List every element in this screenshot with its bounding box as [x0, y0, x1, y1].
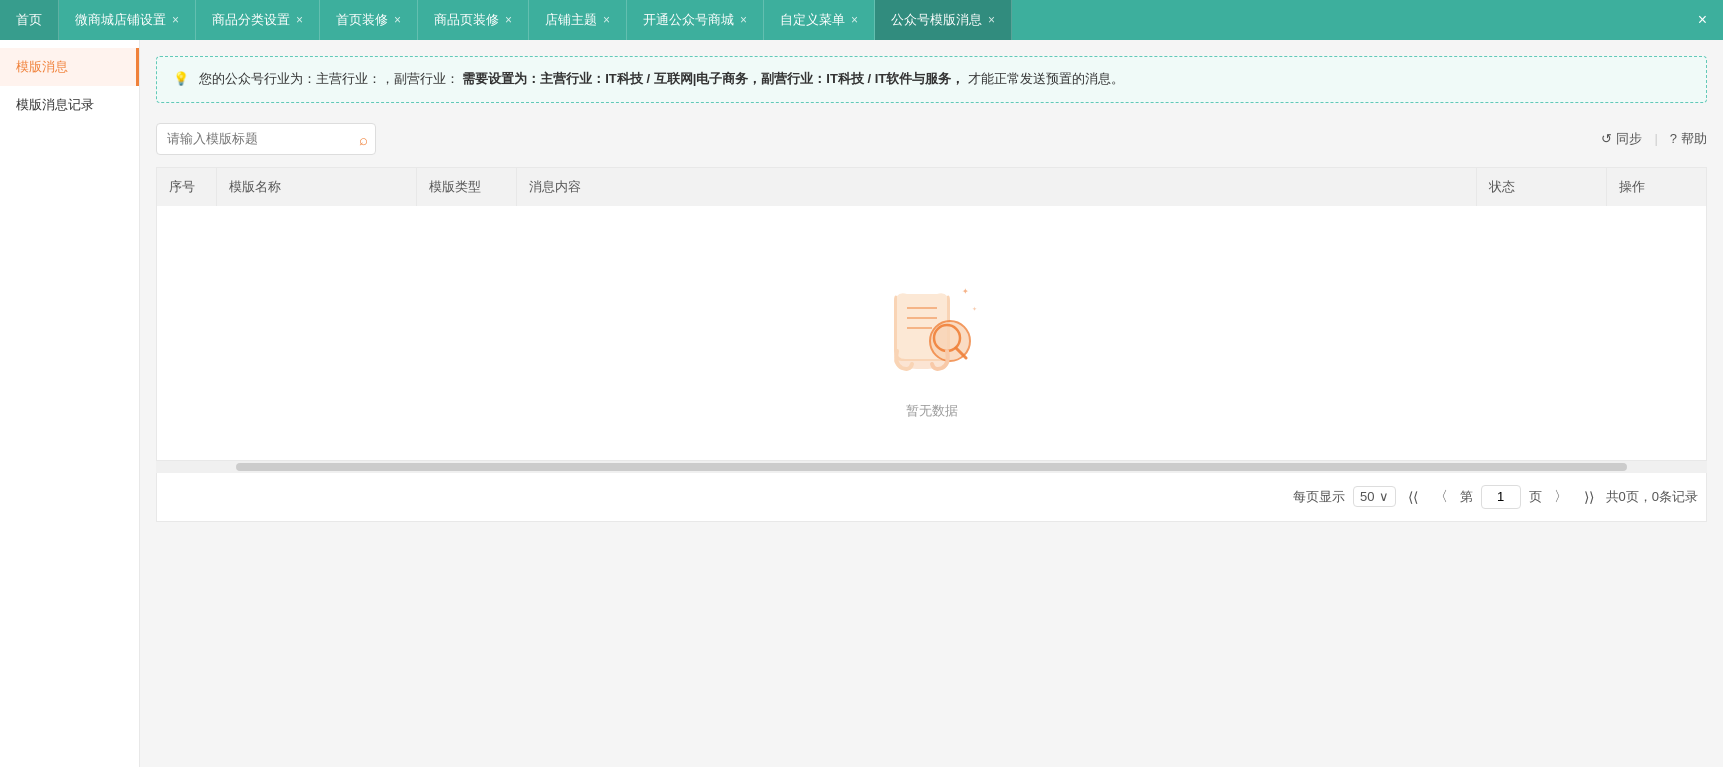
- content-area: 💡 您的公众号行业为：主营行业：，副营行业： 需要设置为：主营行业：IT科技 /…: [140, 40, 1723, 767]
- tab-product-decor-label: 商品页装修: [434, 11, 499, 29]
- tab-homepage-decor[interactable]: 首页装修 ×: [320, 0, 418, 40]
- page-size-select[interactable]: 50 ∨: [1353, 486, 1395, 507]
- tab-custom-menu-label: 自定义菜单: [780, 11, 845, 29]
- close-tab-template-msg[interactable]: ×: [988, 13, 995, 27]
- search-input[interactable]: [156, 123, 376, 155]
- close-all-tabs-button[interactable]: ×: [1682, 11, 1723, 29]
- tab-shop-settings[interactable]: 微商城店铺设置 ×: [59, 0, 196, 40]
- search-bar: ⌕ ↺ 同步 | ? 帮助: [156, 123, 1707, 155]
- table-header-row: 序号 模版名称 模版类型 消息内容 状态 操作: [157, 167, 1707, 206]
- close-tab-product-decor[interactable]: ×: [505, 13, 512, 27]
- col-action: 操作: [1607, 167, 1707, 206]
- tab-template-msg-label: 公众号模版消息: [891, 11, 982, 29]
- empty-illustration: ✦ ✦: [872, 266, 992, 386]
- svg-text:✦: ✦: [962, 287, 969, 296]
- sidebar-item-template-msg-label: 模版消息: [16, 59, 68, 74]
- sidebar-item-template-msg-records[interactable]: 模版消息记录: [0, 86, 139, 124]
- pagination: 每页显示 50 ∨ ⟨⟨ 〈 第 页 〉 ⟩⟩ 共0页，0条记录: [156, 473, 1707, 522]
- help-label: 帮助: [1681, 130, 1707, 148]
- sidebar: 模版消息 模版消息记录: [0, 40, 140, 767]
- sync-label: 同步: [1616, 130, 1642, 148]
- scrollbar-thumb[interactable]: [236, 463, 1627, 471]
- tab-home-label: 首页: [16, 11, 42, 29]
- tab-open-mall[interactable]: 开通公众号商城 ×: [627, 0, 764, 40]
- col-status: 状态: [1477, 167, 1607, 206]
- toolbar-right: ↺ 同步 | ? 帮助: [1601, 130, 1707, 148]
- next-page-button[interactable]: 〉: [1550, 488, 1572, 506]
- tab-template-msg[interactable]: 公众号模版消息 ×: [875, 0, 1012, 40]
- page-size-label: 每页显示: [1293, 488, 1345, 506]
- prev-page-button[interactable]: 〈: [1430, 488, 1452, 506]
- help-icon: ?: [1670, 131, 1677, 146]
- help-button[interactable]: ? 帮助: [1670, 130, 1707, 148]
- last-page-button[interactable]: ⟩⟩: [1580, 489, 1598, 505]
- table-scrollbar[interactable]: [156, 461, 1707, 473]
- tab-category-settings-label: 商品分类设置: [212, 11, 290, 29]
- tab-custom-menu[interactable]: 自定义菜单 ×: [764, 0, 875, 40]
- tab-shop-theme[interactable]: 店铺主题 ×: [529, 0, 627, 40]
- page-label: 第: [1460, 488, 1473, 506]
- sync-button[interactable]: ↺ 同步: [1601, 130, 1642, 148]
- toolbar-divider: |: [1654, 131, 1657, 146]
- notice-text-suffix: 才能正常发送预置的消息。: [968, 71, 1124, 86]
- top-nav: 首页 微商城店铺设置 × 商品分类设置 × 首页装修 × 商品页装修 × 店铺主…: [0, 0, 1723, 40]
- tab-homepage-decor-label: 首页装修: [336, 11, 388, 29]
- page-suffix-label: 页: [1529, 488, 1542, 506]
- col-content: 消息内容: [517, 167, 1477, 206]
- page-size-value: 50: [1360, 489, 1374, 504]
- page-total: 共0页，0条记录: [1606, 488, 1698, 506]
- sidebar-item-template-msg[interactable]: 模版消息: [0, 48, 139, 86]
- empty-state-row: ✦ ✦ 暂无数据: [157, 206, 1707, 461]
- notice-box: 💡 您的公众号行业为：主营行业：，副营行业： 需要设置为：主营行业：IT科技 /…: [156, 56, 1707, 103]
- close-tab-shop-settings[interactable]: ×: [172, 13, 179, 27]
- tab-shop-settings-label: 微商城店铺设置: [75, 11, 166, 29]
- notice-text-prefix: 您的公众号行业为：主营行业：，副营行业：: [199, 71, 459, 86]
- search-icon[interactable]: ⌕: [359, 130, 368, 147]
- close-tab-open-mall[interactable]: ×: [740, 13, 747, 27]
- tab-shop-theme-label: 店铺主题: [545, 11, 597, 29]
- empty-state-cell: ✦ ✦ 暂无数据: [157, 206, 1707, 461]
- empty-text: 暂无数据: [906, 402, 958, 420]
- search-input-wrap: ⌕: [156, 123, 376, 155]
- chevron-down-icon: ∨: [1379, 489, 1389, 504]
- notice-text-highlight: 需要设置为：主营行业：IT科技 / 互联网|电子商务，副营行业：IT科技 / I…: [462, 71, 964, 86]
- col-index: 序号: [157, 167, 217, 206]
- notice-icon: 💡: [173, 71, 189, 86]
- col-name: 模版名称: [217, 167, 417, 206]
- svg-text:✦: ✦: [972, 306, 977, 312]
- tab-product-decor[interactable]: 商品页装修 ×: [418, 0, 529, 40]
- data-table: 序号 模版名称 模版类型 消息内容 状态 操作: [156, 167, 1707, 461]
- close-tab-custom-menu[interactable]: ×: [851, 13, 858, 27]
- close-tab-shop-theme[interactable]: ×: [603, 13, 610, 27]
- close-tab-category-settings[interactable]: ×: [296, 13, 303, 27]
- close-tab-homepage-decor[interactable]: ×: [394, 13, 401, 27]
- col-type: 模版类型: [417, 167, 517, 206]
- tab-category-settings[interactable]: 商品分类设置 ×: [196, 0, 320, 40]
- main-layout: 模版消息 模版消息记录 💡 您的公众号行业为：主营行业：，副营行业： 需要设置为…: [0, 40, 1723, 767]
- tab-open-mall-label: 开通公众号商城: [643, 11, 734, 29]
- first-page-button[interactable]: ⟨⟨: [1404, 489, 1422, 505]
- refresh-icon: ↺: [1601, 131, 1612, 146]
- empty-state: ✦ ✦ 暂无数据: [157, 206, 1706, 460]
- current-page-input[interactable]: [1481, 485, 1521, 509]
- tab-home[interactable]: 首页: [0, 0, 59, 40]
- sidebar-item-template-msg-records-label: 模版消息记录: [16, 97, 94, 112]
